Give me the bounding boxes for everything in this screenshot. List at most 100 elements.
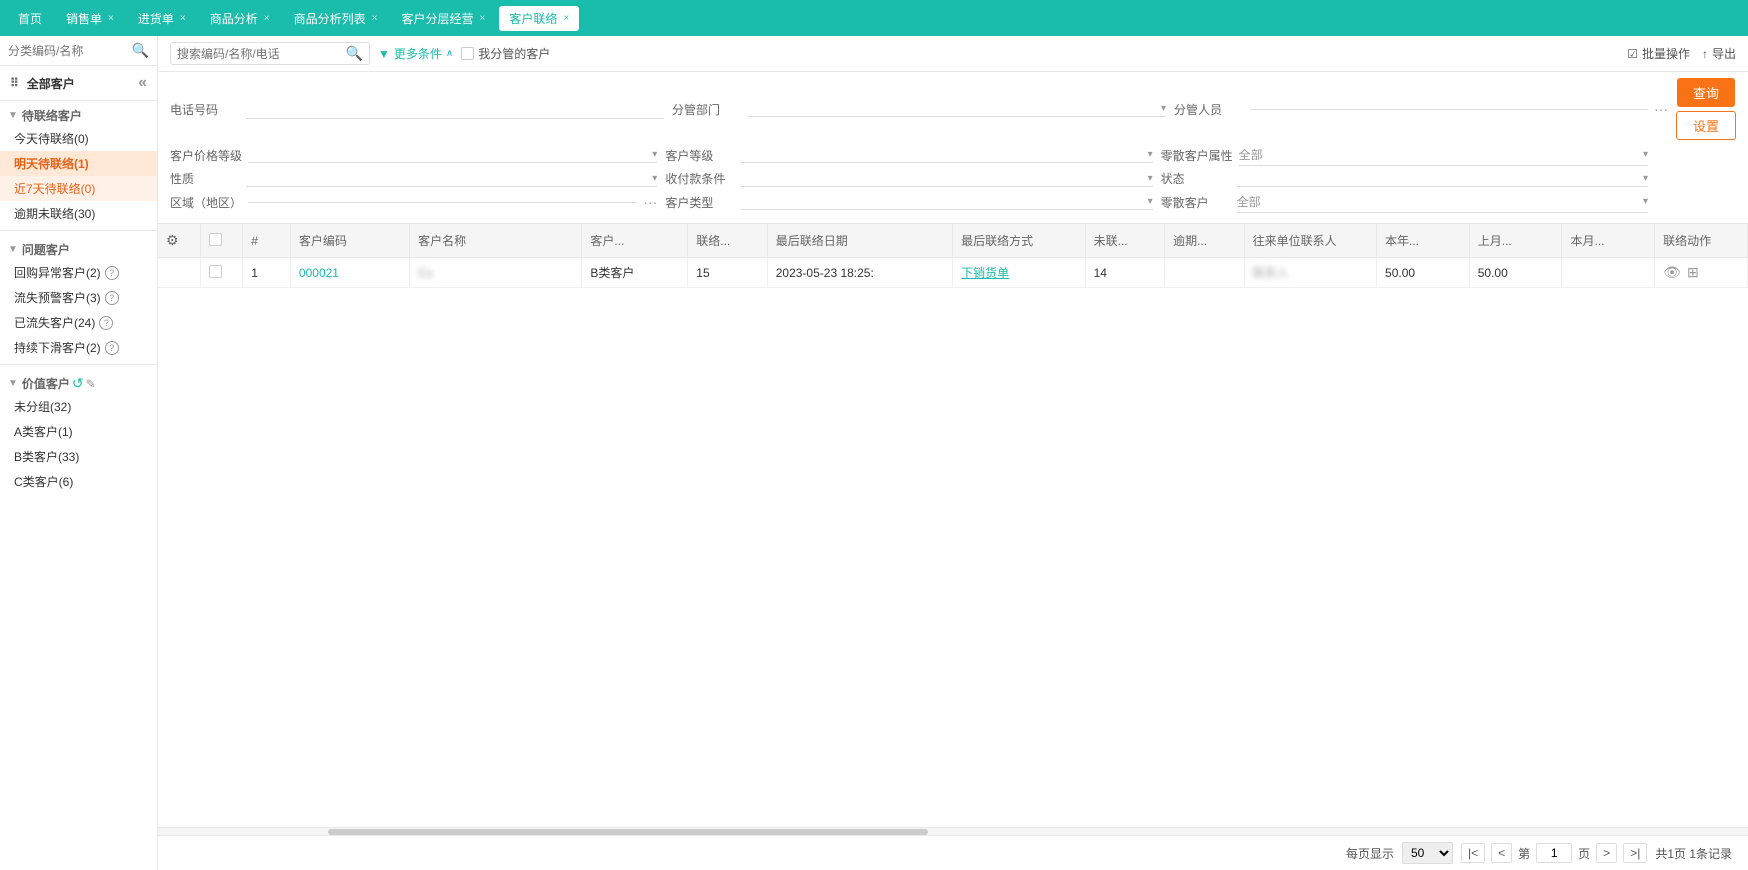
row-customer-code[interactable]: 000021 xyxy=(290,258,409,288)
filter-search-icon[interactable]: 🔍 xyxy=(346,45,363,62)
main-layout: 🔍 ⠿ 全部客户 « ▼ 待联络客户 今天待联络(0) 明天待联络(1) 近7天… xyxy=(0,36,1748,870)
filter-phone-input[interactable] xyxy=(246,100,664,119)
table-row: 1 000021 Ea B类客户 15 2023-05-23 18:25: 下销… xyxy=(158,258,1748,288)
sidebar-ungrouped[interactable]: 未分组(32) xyxy=(0,394,157,419)
sidebar-today-contact[interactable]: 今天待联络(0) xyxy=(0,126,157,151)
my-customers-checkbox-area: 我分管的客户 xyxy=(461,45,550,62)
col-contact-count: 联络... xyxy=(688,224,767,258)
filter-region: 区域（地区） ··· xyxy=(170,194,657,211)
filter-scatter-customer-select[interactable]: 全部 ▾ xyxy=(1237,191,1648,213)
per-page-select[interactable]: 50 20 100 xyxy=(1402,842,1453,864)
filter-row-1: 电话号码 分管部门 ▾ 分管人员 ··· 查询 设置 xyxy=(170,78,1736,140)
sidebar-churn-warning[interactable]: 流失预警客户(3) ? xyxy=(0,285,157,310)
filter-status-select[interactable]: ▾ xyxy=(1237,171,1648,187)
last-page-btn[interactable]: >| xyxy=(1623,843,1647,863)
filter-customer-type-select[interactable]: ▾ xyxy=(741,194,1152,210)
sidebar-declining[interactable]: 持续下滑客户(2) ? xyxy=(0,335,157,360)
filter-search-box: 🔍 xyxy=(170,42,370,65)
filter-customer-grade-select[interactable]: ▾ xyxy=(741,147,1152,163)
filter-payment-select[interactable]: ▾ xyxy=(741,171,1152,187)
nav-product-analysis-close[interactable]: × xyxy=(264,13,270,24)
row-checkbox xyxy=(200,258,242,288)
select-all-checkbox[interactable] xyxy=(209,233,222,246)
sidebar-7day-contact[interactable]: 近7天待联络(0) xyxy=(0,176,157,201)
filter-nature-select[interactable]: ▾ xyxy=(246,171,657,187)
filter-price-grade-select[interactable]: ▾ xyxy=(248,147,657,163)
sidebar-class-c[interactable]: C类客户(6) xyxy=(0,469,157,494)
nav-home[interactable]: 首页 xyxy=(8,6,52,31)
help-icon-4[interactable]: ? xyxy=(105,341,119,355)
nav-customer-contact[interactable]: 客户联络 × xyxy=(499,6,579,31)
sidebar-churned[interactable]: 已流失客户(24) ? xyxy=(0,310,157,335)
horizontal-scrollbar[interactable] xyxy=(158,827,1748,835)
value-customers-arrow[interactable]: ▼ xyxy=(8,378,18,389)
nav-purchase[interactable]: 进货单 × xyxy=(128,6,196,31)
row-gear xyxy=(158,258,200,288)
next-page-btn[interactable]: > xyxy=(1596,843,1617,863)
filter-dept-select[interactable]: ▾ xyxy=(748,101,1166,117)
sidebar-tomorrow-contact[interactable]: 明天待联络(1) xyxy=(0,151,157,176)
problem-customers-label: 问题客户 xyxy=(22,241,70,258)
col-last-contact-method: 最后联络方式 xyxy=(953,224,1085,258)
row-unit-contact: 联系人 xyxy=(1244,258,1376,288)
nav-sales[interactable]: 销售单 × xyxy=(56,6,124,31)
sidebar-all-customers[interactable]: ⠿ 全部客户 « xyxy=(0,66,157,101)
nav-customer-contact-close[interactable]: × xyxy=(563,13,569,24)
edit-icon[interactable]: ✎ xyxy=(86,377,96,391)
sidebar-overdue-contact[interactable]: 逾期未联络(30) xyxy=(0,201,157,226)
nav-customer-layered-close[interactable]: × xyxy=(479,13,485,24)
sidebar-search-input[interactable] xyxy=(8,44,128,58)
nav-product-analysis-list-close[interactable]: × xyxy=(372,13,378,24)
filter-search-input[interactable] xyxy=(177,47,342,61)
sidebar-repurchase-abnormal[interactable]: 回购异常客户(2) ? xyxy=(0,260,157,285)
export-btn[interactable]: ↑ 导出 xyxy=(1702,45,1736,62)
more-conditions-arrow: ∧ xyxy=(446,48,453,59)
batch-op-btn[interactable]: ☑ 批量操作 xyxy=(1627,45,1690,62)
export-label: 导出 xyxy=(1712,45,1736,62)
settings-button[interactable]: 设置 xyxy=(1676,111,1736,140)
more-conditions-btn[interactable]: ▼ 更多条件 ∧ xyxy=(378,45,453,62)
filter-person-dots[interactable]: ··· xyxy=(1654,101,1668,117)
sidebar-class-a[interactable]: A类客户(1) xyxy=(0,419,157,444)
action-icons: 👁 ⊞ xyxy=(1663,264,1739,281)
nav-purchase-close[interactable]: × xyxy=(180,13,186,24)
checkbox-icon: ☑ xyxy=(1627,47,1638,61)
prev-page-btn[interactable]: < xyxy=(1491,843,1512,863)
refresh-icon[interactable]: ↺ xyxy=(72,375,84,392)
query-button[interactable]: 查询 xyxy=(1677,78,1735,107)
scrollbar-thumb[interactable] xyxy=(328,829,928,835)
my-customers-checkbox[interactable] xyxy=(461,47,474,60)
page-number-input[interactable] xyxy=(1536,843,1572,863)
action-eye-icon[interactable]: 👁 xyxy=(1663,264,1681,281)
filter-scatter-customer: 零散客户 全部 ▾ xyxy=(1161,191,1648,213)
filter-region-dots[interactable]: ··· xyxy=(643,194,657,210)
nav-product-analysis[interactable]: 商品分析 × xyxy=(200,6,280,31)
help-icon-2[interactable]: ? xyxy=(105,291,119,305)
filter-scatter-attr-select[interactable]: 全部 ▾ xyxy=(1239,144,1648,166)
problem-customers-arrow[interactable]: ▼ xyxy=(8,244,18,255)
total-label: 共1页 1条记录 xyxy=(1655,845,1732,862)
footer: 每页显示 50 20 100 |< < 第 页 > >| 共1页 1条记录 xyxy=(158,835,1748,870)
section-pending-contact-header: ▼ 待联络客户 xyxy=(0,101,157,126)
row-overdue xyxy=(1165,258,1244,288)
pending-contact-arrow[interactable]: ▼ xyxy=(8,110,18,121)
nav-product-analysis-list[interactable]: 商品分析列表 × xyxy=(284,6,388,31)
col-unit-contact: 往来单位联系人 xyxy=(1244,224,1376,258)
first-page-btn[interactable]: |< xyxy=(1461,843,1485,863)
collapse-icon[interactable]: « xyxy=(138,74,147,92)
row-select-checkbox[interactable] xyxy=(209,265,222,278)
nav-sales-close[interactable]: × xyxy=(108,13,114,24)
pending-contact-label: 待联络客户 xyxy=(22,107,82,124)
filter-panels: 电话号码 分管部门 ▾ 分管人员 ··· 查询 设置 xyxy=(158,72,1748,224)
col-action: 联络动作 xyxy=(1655,224,1748,258)
col-customer-name: 客户名称 xyxy=(410,224,582,258)
gear-icon[interactable]: ⚙ xyxy=(166,232,179,248)
help-icon-3[interactable]: ? xyxy=(99,316,113,330)
nav-customer-layered[interactable]: 客户分层经营 × xyxy=(391,6,495,31)
sidebar-class-b[interactable]: B类客户(33) xyxy=(0,444,157,469)
last-contact-method-link[interactable]: 下销货单 xyxy=(961,266,1009,280)
col-customer-code: 客户编码 xyxy=(290,224,409,258)
help-icon-1[interactable]: ? xyxy=(105,266,119,280)
sidebar-search-icon[interactable]: 🔍 xyxy=(132,42,149,59)
action-grid-icon[interactable]: ⊞ xyxy=(1687,264,1699,281)
